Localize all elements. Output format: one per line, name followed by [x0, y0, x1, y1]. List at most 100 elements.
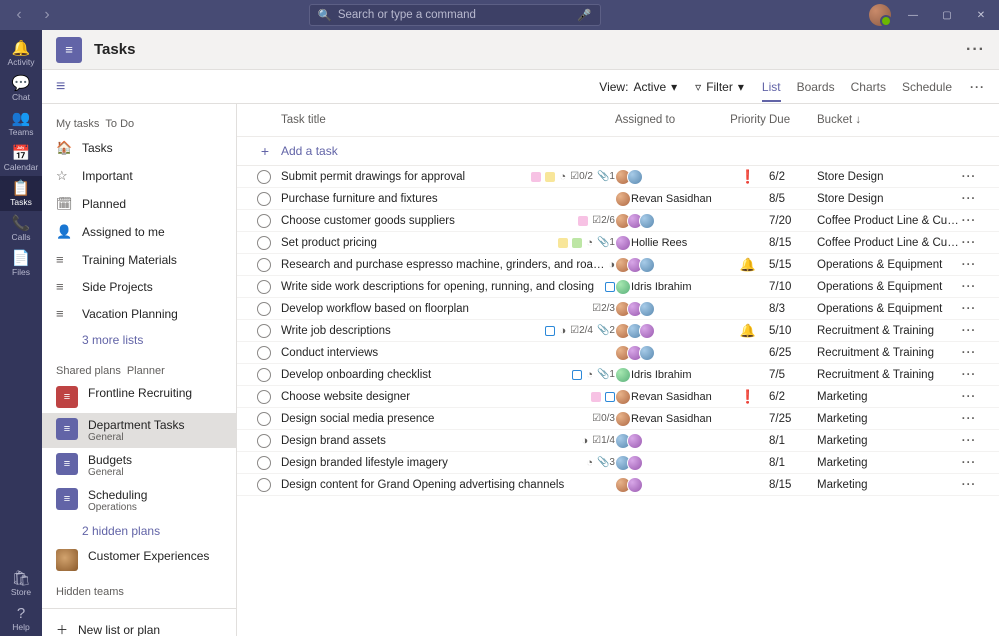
task-row[interactable]: Develop onboarding checklist ◔📎1 Idris I… [237, 364, 999, 386]
minimize-button[interactable]: — [901, 3, 925, 27]
rail-item-chat[interactable]: 💬Chat [0, 71, 42, 106]
forward-button[interactable]: › [34, 2, 60, 28]
hidden-teams-label[interactable]: Hidden teams [42, 576, 236, 608]
hamburger-button[interactable]: ≡ [56, 78, 65, 96]
rail-item-calendar[interactable]: 📅Calendar [0, 141, 42, 176]
col-due[interactable]: Due [769, 114, 817, 126]
task-row[interactable]: Write job descriptions ◑☑2/4📎2 🔔 5/10 Re… [237, 320, 999, 342]
row-more-button[interactable]: ··· [959, 391, 979, 403]
bucket-name: Marketing [817, 479, 959, 491]
row-more-button[interactable]: ··· [959, 413, 979, 425]
col-assigned[interactable]: Assigned to [615, 114, 727, 126]
bucket-name: Recruitment & Training [817, 369, 959, 381]
row-more-button[interactable]: ··· [959, 479, 979, 491]
plan-department-tasks[interactable]: ≡Department TasksGeneral [42, 413, 236, 448]
complete-radio[interactable] [257, 236, 271, 250]
sidebar-item-planned[interactable]: 🗓Planned [42, 190, 236, 218]
col-bucket[interactable]: Bucket ↓ [817, 114, 959, 126]
task-row[interactable]: Research and purchase espresso machine, … [237, 254, 999, 276]
row-more-button[interactable]: ··· [959, 237, 979, 249]
hidden-plans-link[interactable]: 2 hidden plans [42, 518, 236, 544]
complete-radio[interactable] [257, 214, 271, 228]
complete-radio[interactable] [257, 412, 271, 426]
tab-list[interactable]: List [762, 72, 781, 102]
checklist-count: ☑0/3 [592, 413, 615, 424]
tab-charts[interactable]: Charts [851, 72, 886, 102]
more-lists-link[interactable]: 3 more lists [42, 327, 236, 353]
rail-item-files[interactable]: 📄Files [0, 246, 42, 281]
sidebar-item-assigned-to-me[interactable]: 👤Assigned to me [42, 218, 236, 246]
complete-radio[interactable] [257, 258, 271, 272]
row-more-button[interactable]: ··· [959, 259, 979, 271]
close-button[interactable]: ✕ [969, 3, 993, 27]
complete-radio[interactable] [257, 346, 271, 360]
row-more-button[interactable]: ··· [959, 215, 979, 227]
sidebar-item-vacation-planning[interactable]: ≡Vacation Planning [42, 300, 236, 327]
row-more-button[interactable]: ··· [959, 303, 979, 315]
complete-radio[interactable] [257, 302, 271, 316]
task-row[interactable]: Conduct interviews 6/25 Recruitment & Tr… [237, 342, 999, 364]
task-row[interactable]: Design content for Grand Opening adverti… [237, 474, 999, 496]
profile-avatar[interactable] [869, 4, 891, 26]
complete-radio[interactable] [257, 478, 271, 492]
task-row[interactable]: Purchase furniture and fixtures Revan Sa… [237, 188, 999, 210]
row-more-button[interactable]: ··· [959, 171, 979, 183]
row-more-button[interactable]: ··· [959, 435, 979, 447]
complete-radio[interactable] [257, 324, 271, 338]
complete-radio[interactable] [257, 456, 271, 470]
header-more-button[interactable]: ··· [966, 41, 985, 59]
rail-item-calls[interactable]: 📞Calls [0, 211, 42, 246]
search-placeholder: Search or type a command [338, 9, 476, 21]
sidebar-item-training-materials[interactable]: ≡Training Materials [42, 246, 236, 273]
row-more-button[interactable]: ··· [959, 347, 979, 359]
task-row[interactable]: Write side work descriptions for opening… [237, 276, 999, 298]
tab-boards[interactable]: Boards [797, 72, 835, 102]
task-row[interactable]: Develop workflow based on floorplan ☑2/3… [237, 298, 999, 320]
search-input[interactable]: 🔍 Search or type a command 🎤 [309, 4, 601, 26]
complete-radio[interactable] [257, 368, 271, 382]
progress-icon: ◔ [586, 457, 593, 469]
row-more-button[interactable]: ··· [959, 193, 979, 205]
rail-item-store[interactable]: 🛍Store [0, 566, 42, 601]
complete-radio[interactable] [257, 434, 271, 448]
mic-icon[interactable]: 🎤 [577, 8, 591, 22]
sidebar-item-important[interactable]: ☆Important [42, 162, 236, 190]
add-task-row[interactable]: + Add a task [237, 137, 999, 166]
complete-radio[interactable] [257, 170, 271, 184]
row-more-button[interactable]: ··· [959, 325, 979, 337]
plan-scheduling[interactable]: ≡SchedulingOperations [42, 483, 236, 518]
row-more-button[interactable]: ··· [959, 457, 979, 469]
row-more-button[interactable]: ··· [959, 281, 979, 293]
filter-button[interactable]: ▿ Filter ▾ [695, 80, 744, 94]
task-row[interactable]: Set product pricing ◔📎1 Hollie Rees 8/15… [237, 232, 999, 254]
rail-item-activity[interactable]: 🔔Activity [0, 36, 42, 71]
customer-experiences-item[interactable]: Customer Experiences [42, 544, 236, 576]
complete-radio[interactable] [257, 280, 271, 294]
sidebar-item-side-projects[interactable]: ≡Side Projects [42, 273, 236, 300]
row-more-button[interactable]: ··· [959, 369, 979, 381]
toolbar-more-button[interactable]: ··· [970, 80, 985, 94]
task-row[interactable]: Design branded lifestyle imagery ◔📎3 8/1… [237, 452, 999, 474]
col-title[interactable]: Task title [281, 114, 615, 126]
rail-item-teams[interactable]: 👥Teams [0, 106, 42, 141]
task-row[interactable]: Choose website designer Revan Sasidhan ❗… [237, 386, 999, 408]
back-button[interactable]: ‹ [6, 2, 32, 28]
plan-frontline-recruiting[interactable]: ≡Frontline Recruiting [42, 381, 236, 413]
plan-sub: General [88, 467, 132, 478]
complete-radio[interactable] [257, 390, 271, 404]
new-list-button[interactable]: ＋ New list or plan [42, 609, 236, 636]
maximize-button[interactable]: ▢ [935, 3, 959, 27]
tab-schedule[interactable]: Schedule [902, 72, 952, 102]
rail-label: Files [12, 267, 30, 277]
col-priority[interactable]: Priority [727, 114, 769, 126]
task-row[interactable]: Design social media presence ☑0/3 Revan … [237, 408, 999, 430]
task-row[interactable]: Submit permit drawings for approval ◔☑0/… [237, 166, 999, 188]
rail-item-tasks[interactable]: 📋Tasks [0, 176, 42, 211]
view-dropdown[interactable]: View: Active ▾ [599, 80, 677, 94]
rail-item-help[interactable]: ?Help [0, 601, 42, 636]
task-row[interactable]: Choose customer goods suppliers ☑2/6 7/2… [237, 210, 999, 232]
sidebar-item-tasks[interactable]: 🏠Tasks [42, 134, 236, 162]
complete-radio[interactable] [257, 192, 271, 206]
plan-budgets[interactable]: ≡BudgetsGeneral [42, 448, 236, 483]
task-row[interactable]: Design brand assets ◑☑1/4 8/1 Marketing … [237, 430, 999, 452]
